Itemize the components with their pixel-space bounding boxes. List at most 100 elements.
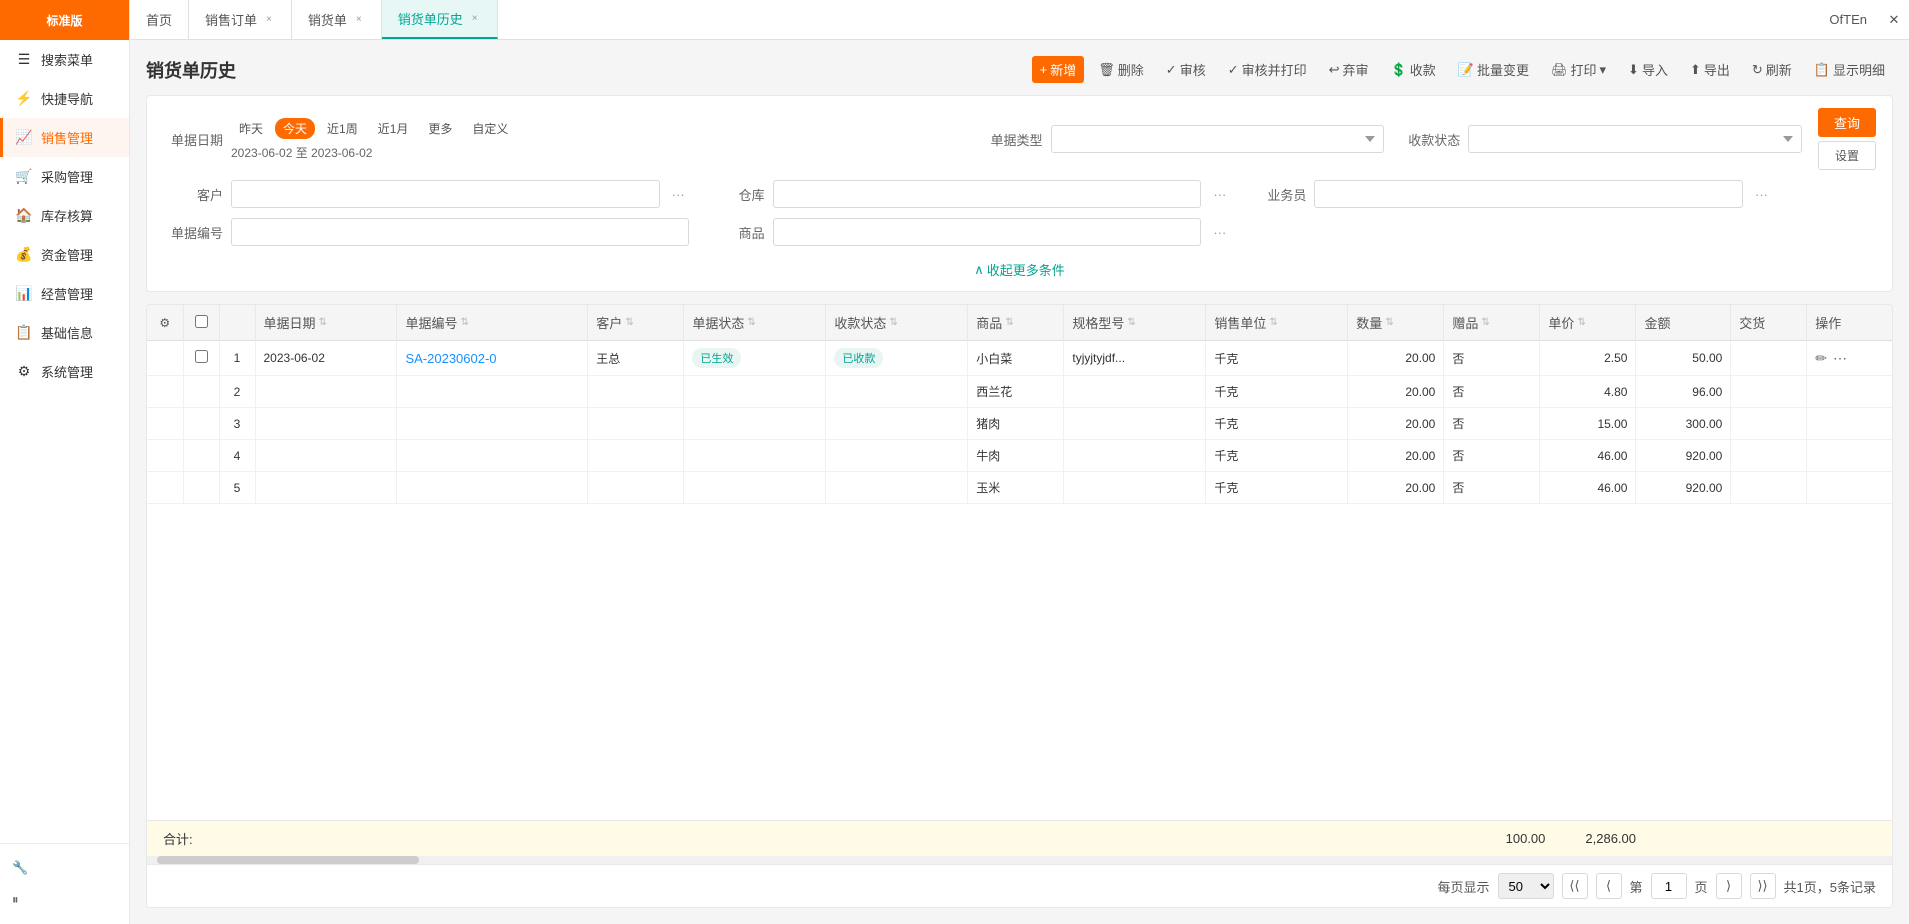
- date-tab-yesterday[interactable]: 昨天: [231, 118, 271, 139]
- audit-print-button[interactable]: ✓ 审核并打印: [1220, 56, 1315, 83]
- sidebar-item-sys-mgmt[interactable]: ⚙ 系统管理: [0, 352, 129, 391]
- th-price[interactable]: 单价⇅: [1540, 305, 1636, 341]
- tab-sales-history[interactable]: 销货单历史 ×: [382, 0, 498, 39]
- cell-checkbox[interactable]: [183, 376, 219, 408]
- th-spec[interactable]: 规格型号⇅: [1064, 305, 1206, 341]
- import-button[interactable]: ⬇ 导入: [1620, 56, 1676, 83]
- filter-collect-status-select[interactable]: [1468, 125, 1802, 153]
- sidebar-item-sales-mgmt[interactable]: 📈 销售管理: [0, 118, 129, 157]
- th-amount: 金额: [1636, 305, 1731, 341]
- filter-settings-button[interactable]: 设置: [1818, 141, 1876, 170]
- filter-goods-input[interactable]: [773, 218, 1202, 246]
- filter-area: 单据日期 昨天 今天 近1周 近1月 更多 自定义 2023-06-02 至 2…: [146, 95, 1893, 292]
- cell-checkbox[interactable]: [183, 472, 219, 504]
- new-button[interactable]: + 新增: [1032, 56, 1085, 83]
- scrollbar-thumb[interactable]: [157, 856, 419, 864]
- date-tab-7days[interactable]: 近1周: [319, 118, 366, 139]
- next-page-button[interactable]: ⟩: [1716, 873, 1742, 899]
- th-unit[interactable]: 销售单位⇅: [1206, 305, 1348, 341]
- tab-home[interactable]: 首页: [130, 0, 189, 39]
- sidebar-item-search-menu[interactable]: ☰ 搜索菜单: [0, 40, 129, 79]
- th-gift[interactable]: 赠品⇅: [1444, 305, 1540, 341]
- edit-icon[interactable]: ✏: [1815, 350, 1827, 367]
- cell-checkbox[interactable]: [183, 408, 219, 440]
- cell-unit: 千克: [1206, 472, 1348, 504]
- filter-warehouse-dots[interactable]: ···: [1209, 187, 1230, 202]
- tab-sales-history-close[interactable]: ×: [469, 11, 481, 26]
- page-number-input[interactable]: 1: [1651, 873, 1687, 899]
- print-button[interactable]: 🖨 打印 ▾: [1543, 56, 1614, 83]
- filter-doc-type-select[interactable]: [1051, 125, 1385, 153]
- cell-doc-status: [684, 408, 826, 440]
- date-tab-1month[interactable]: 近1月: [370, 118, 417, 139]
- th-customer[interactable]: 客户⇅: [588, 305, 684, 341]
- cell-action: [1807, 376, 1892, 408]
- inventory-icon: 🏠: [15, 207, 33, 224]
- th-action: 操作: [1807, 305, 1892, 341]
- th-doc-no[interactable]: 单据编号⇅: [397, 305, 588, 341]
- filter-customer-dots[interactable]: ···: [668, 187, 689, 202]
- cell-checkbox[interactable]: [183, 341, 219, 376]
- filter-goods-dots[interactable]: ···: [1209, 225, 1230, 240]
- sidebar-bottom-settings[interactable]: 🔧: [0, 852, 129, 884]
- sidebar-item-inventory[interactable]: 🏠 库存核算: [0, 196, 129, 235]
- cell-goods: 西兰花: [968, 376, 1064, 408]
- query-button[interactable]: 查询: [1818, 108, 1876, 137]
- audit-button[interactable]: ✓ 审核: [1158, 56, 1214, 83]
- show-detail-button[interactable]: 📋 显示明细: [1806, 56, 1893, 83]
- discard-button[interactable]: ↩ 弃审: [1321, 56, 1377, 83]
- summary-amount: 2,286.00: [1585, 831, 1636, 846]
- tab-sales-order-close[interactable]: ×: [263, 12, 275, 27]
- cell-no: 2: [219, 376, 255, 408]
- th-collect-status[interactable]: 收款状态⇅: [826, 305, 968, 341]
- refresh-button[interactable]: ↻ 刷新: [1744, 56, 1800, 83]
- prev-page-button[interactable]: ⟨: [1596, 873, 1622, 899]
- filter-warehouse-input[interactable]: [773, 180, 1202, 208]
- th-gear[interactable]: ⚙: [147, 305, 183, 341]
- cell-action: [1807, 408, 1892, 440]
- th-date[interactable]: 单据日期⇅: [255, 305, 397, 341]
- tab-sales-order[interactable]: 销售订单 ×: [189, 0, 292, 39]
- sidebar-item-finance-mgmt[interactable]: 💰 资金管理: [0, 235, 129, 274]
- collapse-button[interactable]: ∧ 收起更多条件: [974, 260, 1065, 279]
- th-checkbox[interactable]: [183, 305, 219, 341]
- date-tab-custom[interactable]: 自定义: [464, 118, 516, 139]
- cell-action: [1807, 440, 1892, 472]
- per-page-select[interactable]: 50 20 100 200: [1498, 873, 1554, 899]
- bottom-collapse-icon: ⏸: [12, 892, 19, 908]
- first-page-button[interactable]: ⟨⟨: [1562, 873, 1588, 899]
- filter-sales-staff-dots[interactable]: ···: [1751, 187, 1772, 202]
- print-dropdown-icon: ▾: [1600, 62, 1607, 78]
- delete-button[interactable]: 🗑 删除: [1090, 56, 1152, 83]
- last-page-button[interactable]: ⟩⟩: [1750, 873, 1776, 899]
- filter-collect-status-item: 收款状态: [1400, 125, 1802, 153]
- batch-change-button[interactable]: 📝 批量变更: [1450, 56, 1537, 83]
- th-quantity[interactable]: 数量⇅: [1348, 305, 1444, 341]
- th-doc-status[interactable]: 单据状态⇅: [684, 305, 826, 341]
- nav-close-button[interactable]: ✕: [1879, 0, 1909, 39]
- filter-doc-no-item: 单据编号: [163, 218, 689, 246]
- row-checkbox[interactable]: [195, 350, 208, 363]
- date-tab-more[interactable]: 更多: [420, 118, 460, 139]
- filter-customer-input[interactable]: [231, 180, 660, 208]
- cell-checkbox[interactable]: [183, 440, 219, 472]
- th-goods[interactable]: 商品⇅: [968, 305, 1064, 341]
- sidebar-item-basic-info[interactable]: 📋 基础信息: [0, 313, 129, 352]
- tab-sales-goods-close[interactable]: ×: [353, 12, 365, 27]
- doc-no-link[interactable]: SA-20230602-0: [405, 351, 496, 366]
- collect-button[interactable]: 💲 收款: [1383, 56, 1444, 83]
- select-all-checkbox[interactable]: [195, 315, 208, 328]
- filter-doc-no-input[interactable]: [231, 218, 689, 246]
- sidebar-item-purchase-mgmt[interactable]: 🛒 采购管理: [0, 157, 129, 196]
- filter-sales-staff-input[interactable]: [1314, 180, 1743, 208]
- more-icon[interactable]: ⋯: [1833, 350, 1847, 367]
- sidebar-item-quick-nav[interactable]: ⚡ 快捷导航: [0, 79, 129, 118]
- basic-info-icon: 📋: [15, 324, 33, 341]
- sidebar-bottom-collapse[interactable]: ⏸: [0, 884, 129, 916]
- date-tab-today[interactable]: 今天: [275, 118, 315, 139]
- cell-date: [255, 440, 397, 472]
- sidebar-item-ops-mgmt[interactable]: 📊 经营管理: [0, 274, 129, 313]
- horizontal-scrollbar[interactable]: [147, 856, 1892, 864]
- tab-sales-goods[interactable]: 销货单 ×: [292, 0, 382, 39]
- export-button[interactable]: ⬆ 导出: [1682, 56, 1738, 83]
